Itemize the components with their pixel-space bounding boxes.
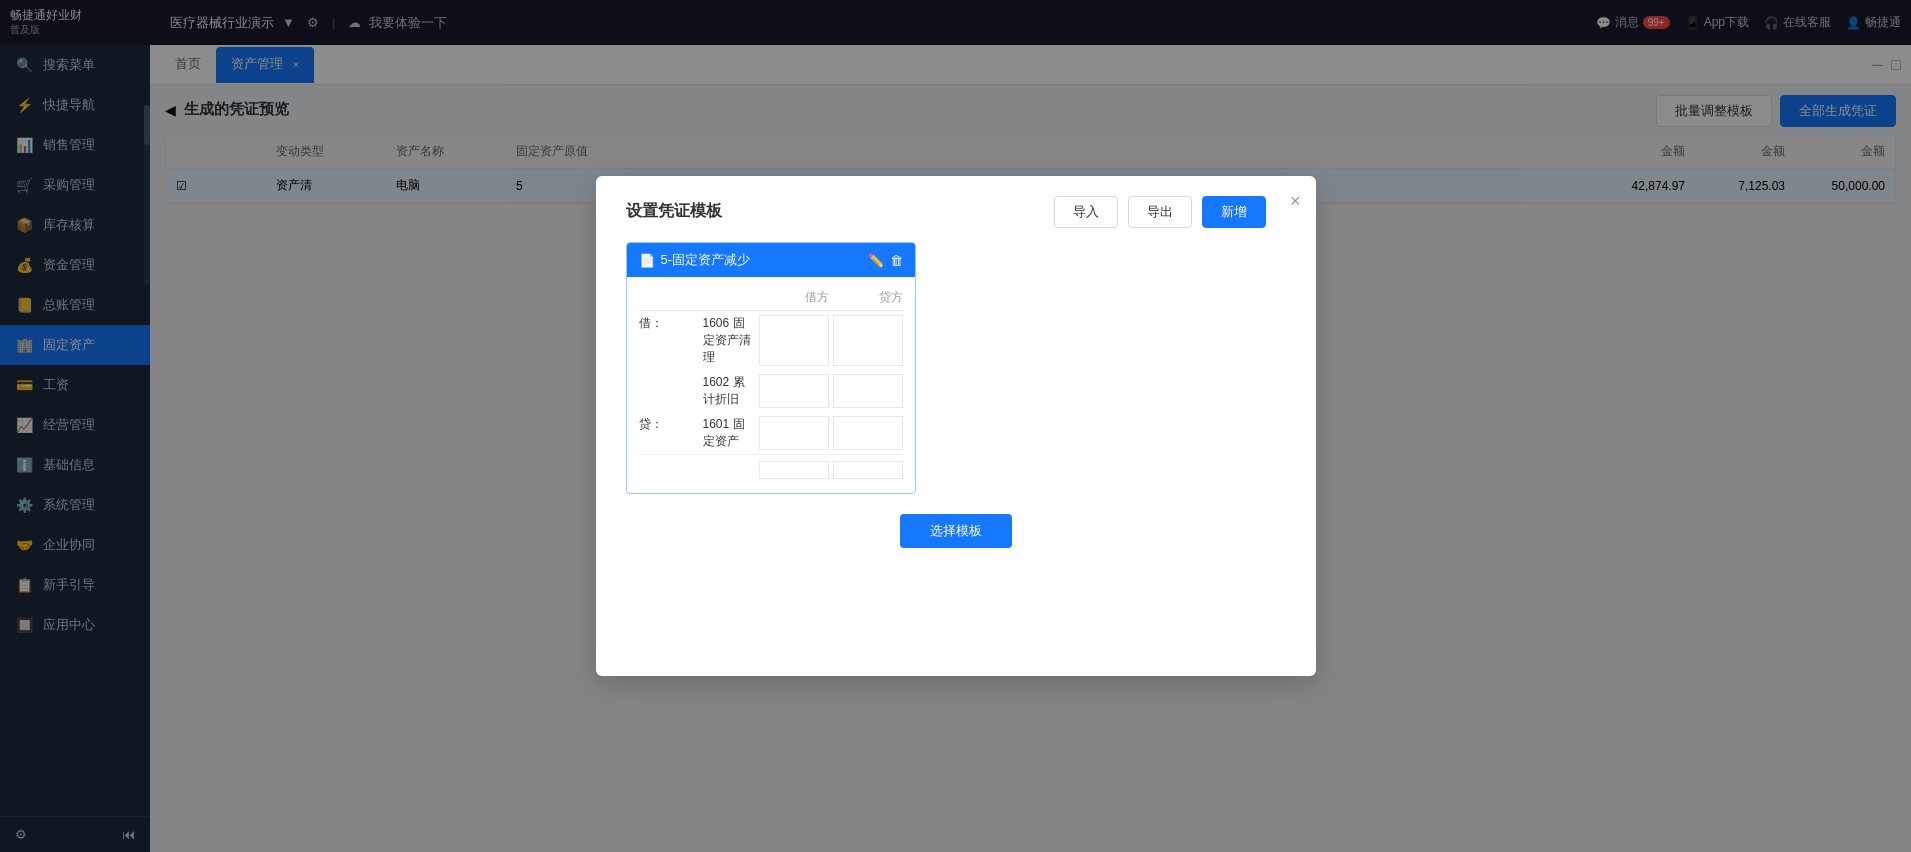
template-empty-line [639, 454, 903, 485]
modal-dialog: × 设置凭证模板 导入 导出 新增 [596, 176, 1316, 676]
modal-actions: 导入 导出 新增 [1054, 196, 1266, 228]
template-card-actions: ✏️ 🗑 [868, 253, 903, 268]
template-delete-icon[interactable]: 🗑 [890, 253, 903, 268]
template-card-body: 借方 贷方 借： 1606 固定资产清理 [627, 277, 915, 493]
select-template-btn[interactable]: 选择模板 [900, 514, 1012, 548]
template-line-3: 贷： 1601 固定资产 [639, 412, 903, 454]
template-line-2: 1602 累计折旧 [639, 370, 903, 412]
page-content: ◀ 生成的凭证预览 变动类型 资产名称 固定资产原值 金额 金额 [150, 85, 1911, 852]
template-line-1: 借： 1606 固定资产清理 [639, 311, 903, 370]
modal-overlay: × 设置凭证模板 导入 导出 新增 [150, 85, 1911, 852]
modal-close-btn[interactable]: × [1290, 191, 1301, 212]
new-btn[interactable]: 新增 [1202, 196, 1266, 228]
export-btn[interactable]: 导出 [1128, 196, 1192, 228]
template-card: 📄 5-固定资产减少 ✏️ 🗑 [626, 242, 916, 494]
template-title: 5-固定资产减少 [661, 251, 751, 269]
template-line-header: 借方 贷方 [639, 285, 903, 311]
content-area: 首页 资产管理 × ─ □ ◀ 生成的凭证预览 [150, 45, 1911, 852]
template-edit-icon[interactable]: ✏️ [868, 253, 884, 268]
import-btn[interactable]: 导入 [1054, 196, 1118, 228]
template-doc-icon: 📄 [639, 253, 655, 268]
template-card-header: 📄 5-固定资产减少 ✏️ 🗑 [627, 243, 915, 277]
